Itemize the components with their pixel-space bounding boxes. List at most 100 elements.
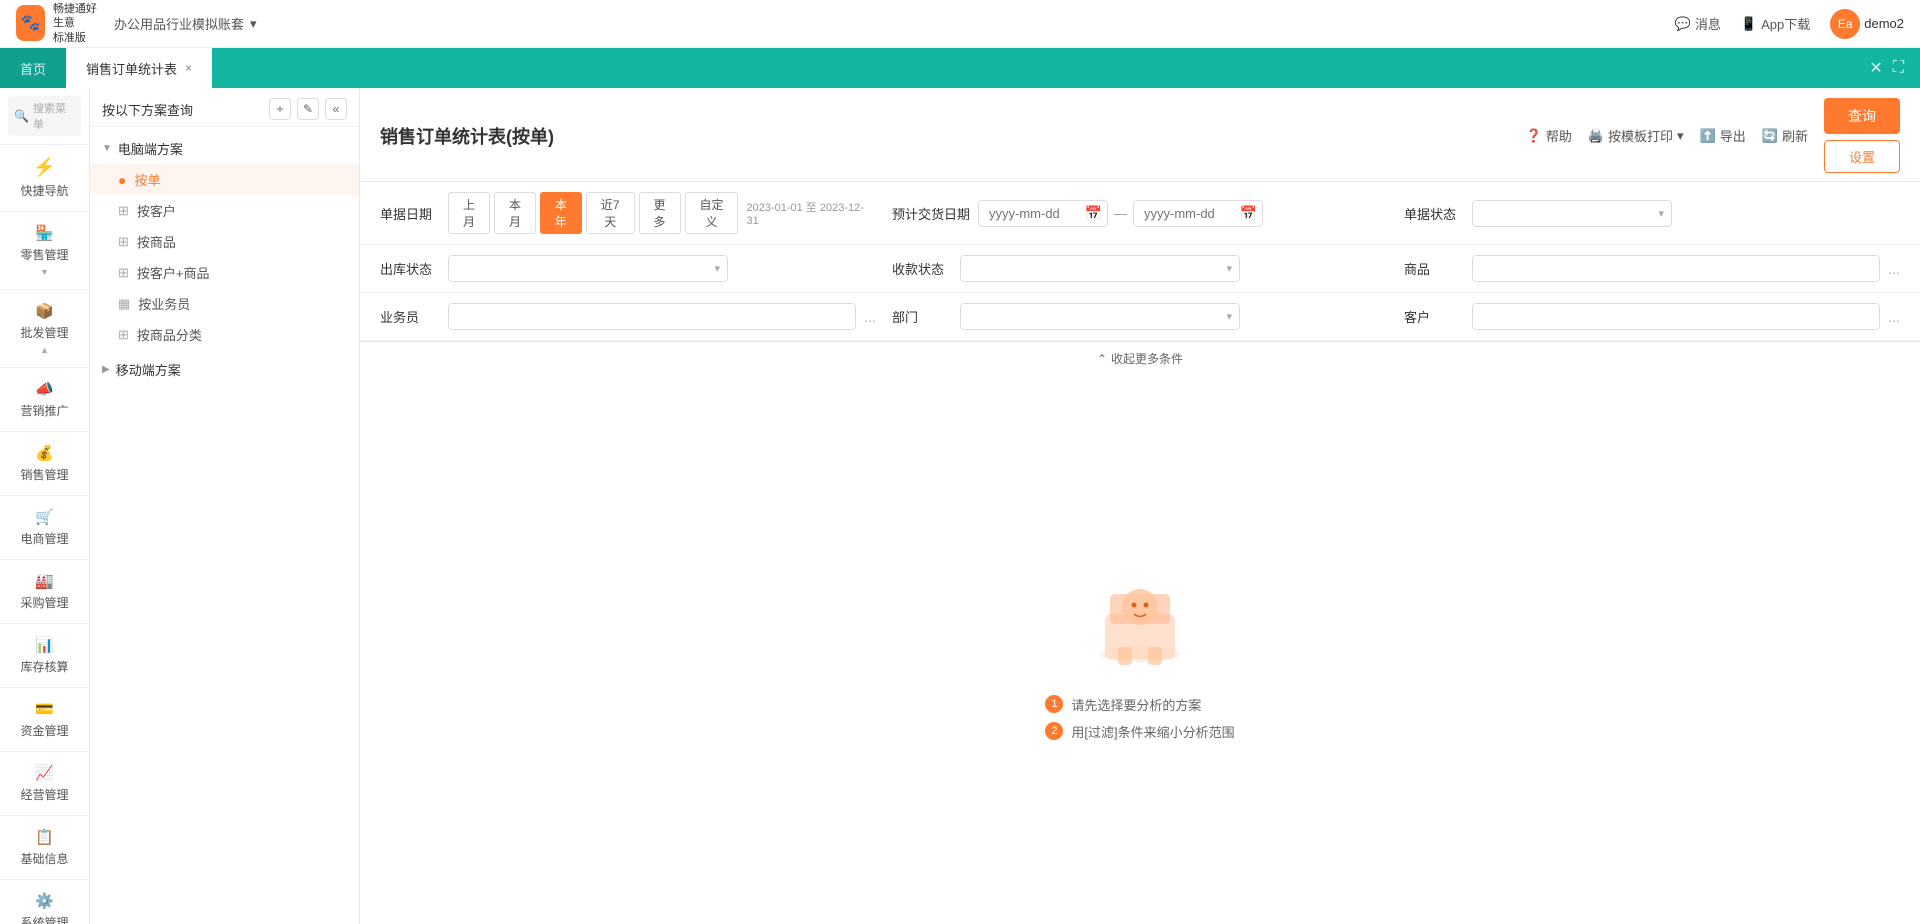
sidebar-item-operation[interactable]: 📈 经营管理 — [0, 752, 89, 816]
scheme-item-by-customer[interactable]: ⊞ 按客户 — [90, 195, 359, 226]
scheme-item-by-customer-goods[interactable]: ⊞ 按客户+商品 — [90, 257, 359, 288]
this-month-btn[interactable]: 本月 — [494, 192, 536, 234]
sidebar-item-basic[interactable]: 📋 基础信息 — [0, 816, 89, 880]
mobile-group-header[interactable]: ▶ 移动端方案 — [90, 354, 359, 385]
sidebar-item-inventory[interactable]: 📊 库存核算 — [0, 624, 89, 688]
doc-status-select[interactable] — [1472, 200, 1672, 227]
query-settings-btns: 查询 设置 — [1824, 98, 1900, 173]
goods-label: 商品 — [1404, 259, 1464, 278]
this-year-btn[interactable]: 本年 — [540, 192, 582, 234]
sidebar-item-label: 采购管理 — [20, 594, 68, 611]
customer-ellipsis-btn[interactable]: ... — [1888, 309, 1900, 325]
maximize-btn[interactable]: ⛶ — [1893, 59, 1904, 77]
sidebar-item-wholesale[interactable]: 📦 批发管理 ▲ — [0, 290, 89, 368]
scheme-item-by-goods[interactable]: ⊞ 按商品 — [90, 226, 359, 257]
sidebar-item-label: 营销推广 — [20, 402, 68, 419]
sidebar-item-label: 快捷导航 — [20, 182, 68, 199]
query-btn[interactable]: 查询 — [1824, 98, 1900, 134]
sidebar-item-sales[interactable]: 💰 销售管理 — [0, 432, 89, 496]
print-icon: 🖨️ — [1588, 128, 1604, 144]
receipt-status-label: 收款状态 — [892, 259, 952, 278]
goods-ellipsis-btn[interactable]: ... — [1888, 261, 1900, 277]
last-month-btn[interactable]: 上月 — [448, 192, 490, 234]
chevron-down-icon: ▼ — [102, 143, 112, 154]
purchase-icon: 🏭 — [35, 572, 54, 590]
sidebar-item-purchase[interactable]: 🏭 采购管理 — [0, 560, 89, 624]
custom-date-btn[interactable]: 自定义 — [685, 192, 739, 234]
logo-text: 畅捷通好生意 标准版 — [53, 2, 106, 45]
chart-icon: ▦ — [118, 296, 130, 312]
retail-icon: 🏪 — [35, 224, 54, 242]
sidebar-item-ecommerce[interactable]: 🛒 电商管理 — [0, 496, 89, 560]
date-filter-group: 单据日期 上月 本月 本年 近7天 更多 自定义 2023-01-01 至 20… — [380, 192, 876, 234]
doc-status-select-wrap: ▾ — [1472, 200, 1672, 227]
active-tab[interactable]: 销售订单统计表 × — [66, 48, 212, 88]
desktop-group: ▼ 电脑端方案 ● 按单 ⊞ 按客户 ⊞ 按商品 ⊞ 按客户+商品 — [90, 133, 359, 350]
sidebar-item-quick-nav[interactable]: ⚡ 快捷导航 — [0, 145, 89, 212]
refresh-btn[interactable]: 🔄 刷新 — [1762, 126, 1808, 145]
collapse-panel-btn[interactable]: « — [325, 98, 347, 120]
print-dropdown-icon[interactable]: ▾ — [1677, 128, 1684, 144]
add-scheme-btn[interactable]: + — [269, 98, 291, 120]
out-status-select[interactable] — [448, 255, 728, 282]
receipt-status-select[interactable] — [960, 255, 1240, 282]
scheme-item-by-category[interactable]: ⊞ 按商品分类 — [90, 319, 359, 350]
empty-svg — [1080, 559, 1200, 679]
export-icon: ⬆️ — [1700, 128, 1716, 144]
logo: 🐾 畅捷通好生意 标准版 — [16, 2, 106, 45]
date-range-text: 2023-01-01 至 2023-12-31 — [746, 199, 876, 227]
home-tab[interactable]: 首页 — [0, 48, 66, 88]
panel-header-actions: + ✎ « — [269, 98, 347, 120]
goods-input[interactable] — [1472, 255, 1880, 282]
mobile-group: ▶ 移动端方案 — [90, 354, 359, 385]
edit-scheme-btn[interactable]: ✎ — [297, 98, 319, 120]
date-buttons: 上月 本月 本年 近7天 更多 自定义 — [448, 192, 738, 234]
settings-btn[interactable]: 设置 — [1824, 140, 1900, 173]
out-status-group: 出库状态 ▾ — [380, 255, 876, 282]
receipt-status-select-wrap: ▾ — [960, 255, 1240, 282]
message-btn[interactable]: 💬 消息 — [1675, 14, 1721, 33]
sidebar-item-retail[interactable]: 🏪 零售管理 ▼ — [0, 212, 89, 290]
scheme-item-by-order[interactable]: ● 按单 — [90, 164, 359, 195]
customer-input[interactable] — [1472, 303, 1880, 330]
help-btn[interactable]: ❓ 帮助 — [1526, 126, 1572, 145]
close-window-btn[interactable]: ✕ — [1869, 58, 1882, 78]
salesperson-ellipsis-btn[interactable]: ... — [864, 309, 876, 325]
out-status-label: 出库状态 — [380, 259, 440, 278]
sidebar-search[interactable]: 🔍 搜索菜单 — [0, 88, 89, 145]
active-scheme-icon: ● — [118, 172, 126, 188]
sidebar-item-label: 经营管理 — [20, 786, 68, 803]
calendar-to-icon: 📅 — [1240, 205, 1257, 222]
sidebar-item-label: 资金管理 — [20, 722, 68, 739]
sidebar-item-label: 销售管理 — [20, 466, 68, 483]
sidebar-item-marketing[interactable]: 📣 营销推广 — [0, 368, 89, 432]
print-btn[interactable]: 🖨️ 按模板打印 ▾ — [1588, 126, 1684, 145]
collapse-bar[interactable]: ⌃ 收起更多条件 — [360, 341, 1920, 375]
top-bar-actions: 💬 消息 📱 App下载 Ea demo2 — [1675, 9, 1904, 39]
sidebar-item-finance[interactable]: 💳 资金管理 — [0, 688, 89, 752]
filter-row-inner-3: 业务员 ... 部门 ▾ 客户 — [380, 303, 1900, 330]
dropdown-icon[interactable]: ▾ — [250, 16, 257, 32]
scheme-icon: ⊞ — [118, 234, 129, 250]
logo-icon: 🐾 — [16, 5, 45, 41]
inventory-icon: 📊 — [35, 636, 54, 654]
department-select[interactable] — [960, 303, 1240, 330]
scheme-icon: ⊞ — [118, 265, 129, 281]
user-menu[interactable]: Ea demo2 — [1830, 9, 1904, 39]
receipt-status-group: 收款状态 ▾ — [892, 255, 1388, 282]
salesperson-input[interactable] — [448, 303, 856, 330]
last-7days-btn[interactable]: 近7天 — [586, 192, 635, 234]
app-download-btn[interactable]: 📱 App下载 — [1741, 14, 1810, 33]
app-title[interactable]: 办公用品行业模拟账套 ▾ — [114, 14, 1675, 33]
customer-label: 客户 — [1404, 307, 1464, 326]
collapse-icon: ⌃ — [1097, 352, 1107, 366]
scheme-item-by-salesperson[interactable]: ▦ 按业务员 — [90, 288, 359, 319]
doc-status-label: 单据状态 — [1404, 204, 1464, 223]
more-date-btn[interactable]: 更多 — [639, 192, 681, 234]
close-tab-btn[interactable]: × — [185, 61, 192, 75]
desktop-group-header[interactable]: ▼ 电脑端方案 — [90, 133, 359, 164]
export-btn[interactable]: ⬆️ 导出 — [1700, 126, 1746, 145]
message-icon: 💬 — [1675, 16, 1691, 32]
page-title-row: 销售订单统计表(按单) ❓ 帮助 🖨️ 按模板打印 ▾ ⬆️ 导出 — [380, 98, 1900, 181]
sidebar-item-system[interactable]: ⚙️ 系统管理 — [0, 880, 89, 924]
